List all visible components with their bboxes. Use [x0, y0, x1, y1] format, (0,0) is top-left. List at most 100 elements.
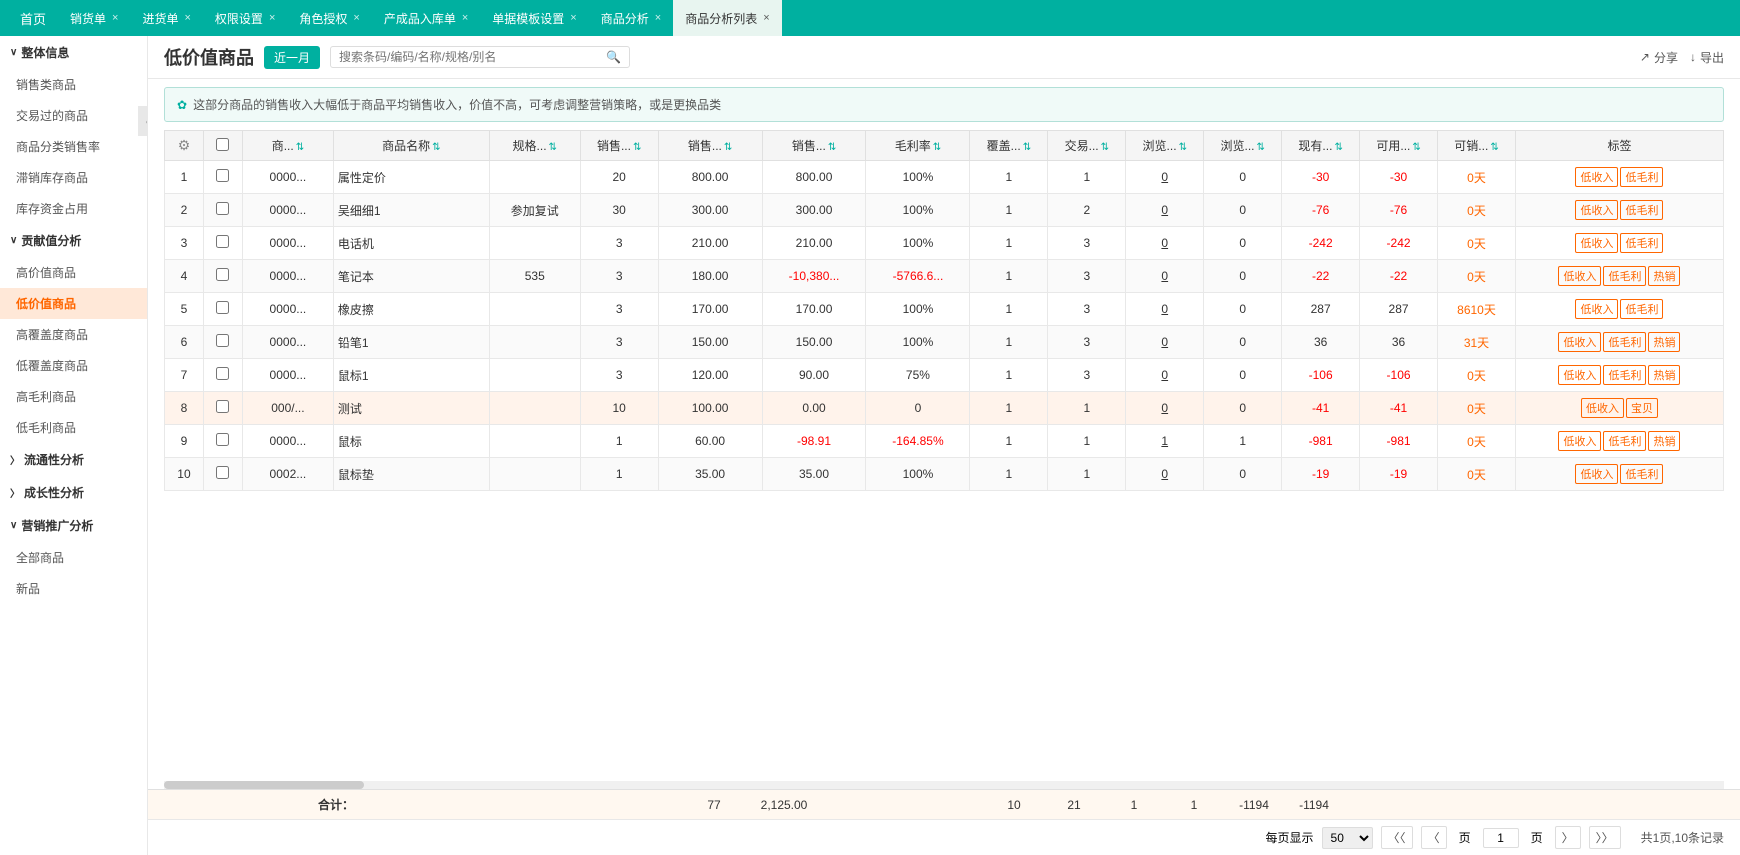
row-checkbox[interactable] [216, 169, 229, 182]
row-checkbox[interactable] [216, 367, 229, 380]
row-checkbox[interactable] [216, 268, 229, 281]
cell-checkbox[interactable] [203, 458, 242, 491]
sidebar-item-high-value[interactable]: 高价值商品 [0, 257, 147, 288]
cell-checkbox[interactable] [203, 359, 242, 392]
cell-checkbox[interactable] [203, 326, 242, 359]
col-margin[interactable]: 毛利率⇅ [866, 131, 970, 161]
gear-icon[interactable]: ⚙ [178, 137, 191, 153]
col-tags[interactable]: 标签 [1515, 131, 1723, 161]
cell-browse1[interactable]: 0 [1126, 260, 1204, 293]
cell-checkbox[interactable] [203, 425, 242, 458]
cell-browse1[interactable]: 0 [1126, 359, 1204, 392]
browse-link[interactable]: 1 [1161, 434, 1168, 448]
search-icon[interactable]: 🔍 [606, 50, 621, 64]
page-number-input[interactable] [1483, 828, 1519, 848]
row-checkbox[interactable] [216, 202, 229, 215]
share-button[interactable]: ↗ 分享 [1640, 49, 1678, 66]
nav-item-template[interactable]: 单据模板设置 × [480, 0, 588, 36]
sidebar-item-new-products[interactable]: 新品 [0, 573, 147, 604]
browse-link[interactable]: 0 [1161, 368, 1168, 382]
row-checkbox[interactable] [216, 400, 229, 413]
col-browse1[interactable]: 浏览...⇅ [1126, 131, 1204, 161]
close-icon[interactable]: × [112, 12, 118, 24]
col-sale2[interactable]: 销售...⇅ [658, 131, 762, 161]
col-spec[interactable]: 规格...⇅ [489, 131, 580, 161]
scrollbar-thumb[interactable] [164, 781, 364, 789]
sidebar-item-low-value[interactable]: 低价值商品 [0, 288, 147, 319]
sidebar-group-contribution[interactable]: ∨ 贡献值分析 [0, 224, 147, 257]
browse-link[interactable]: 0 [1161, 467, 1168, 481]
row-checkbox[interactable] [216, 334, 229, 347]
first-page-button[interactable]: 〈〈 [1381, 826, 1413, 849]
cell-checkbox[interactable] [203, 392, 242, 425]
cell-checkbox[interactable] [203, 227, 242, 260]
sidebar-item-stock-capital[interactable]: 库存资金占用 [0, 193, 147, 224]
row-checkbox[interactable] [216, 466, 229, 479]
col-checkbox[interactable] [203, 131, 242, 161]
browse-link[interactable]: 0 [1161, 170, 1168, 184]
close-icon[interactable]: × [462, 12, 468, 24]
close-icon[interactable]: × [269, 12, 275, 24]
page-size-select[interactable]: 50 100 200 [1322, 827, 1373, 849]
sidebar-item-all-products[interactable]: 全部商品 [0, 542, 147, 573]
nav-item-analysis[interactable]: 商品分析 × [589, 0, 673, 36]
col-trans[interactable]: 交易...⇅ [1048, 131, 1126, 161]
cell-checkbox[interactable] [203, 161, 242, 194]
sidebar-group-overall[interactable]: ∨ 整体信息 [0, 36, 147, 69]
col-code[interactable]: 商...⇅ [242, 131, 333, 161]
browse-link[interactable]: 0 [1161, 335, 1168, 349]
sidebar-item-slow-moving[interactable]: 滞销库存商品 [0, 162, 147, 193]
close-icon[interactable]: × [570, 12, 576, 24]
sidebar-item-high-coverage[interactable]: 高覆盖度商品 [0, 319, 147, 350]
close-icon[interactable]: × [763, 12, 769, 24]
cell-browse1[interactable]: 0 [1126, 326, 1204, 359]
select-all-checkbox[interactable] [216, 138, 229, 151]
close-icon[interactable]: × [184, 12, 190, 24]
nav-item-analysis-list[interactable]: 商品分析列表 × [673, 0, 781, 36]
col-name[interactable]: 商品名称⇅ [333, 131, 489, 161]
cell-browse1[interactable]: 0 [1126, 194, 1204, 227]
last-page-button[interactable]: 〉〉 [1589, 826, 1621, 849]
cell-checkbox[interactable] [203, 194, 242, 227]
col-settings[interactable]: ⚙ [165, 131, 204, 161]
nav-item-roles[interactable]: 角色授权 × [287, 0, 371, 36]
cell-browse1[interactable]: 0 [1126, 458, 1204, 491]
sidebar-item-low-margin[interactable]: 低毛利商品 [0, 412, 147, 443]
col-coverage[interactable]: 覆盖...⇅ [970, 131, 1048, 161]
nav-item-home[interactable]: 首页 [8, 0, 58, 36]
prev-page-button[interactable]: 〈 [1421, 826, 1447, 849]
close-icon[interactable]: × [655, 12, 661, 24]
next-page-button[interactable]: 〉 [1555, 826, 1581, 849]
nav-item-sales[interactable]: 销货单 × [58, 0, 130, 36]
browse-link[interactable]: 0 [1161, 203, 1168, 217]
sidebar-item-high-margin[interactable]: 高毛利商品 [0, 381, 147, 412]
browse-link[interactable]: 0 [1161, 401, 1168, 415]
sidebar-group-flow[interactable]: 〉 流通性分析 [0, 443, 147, 476]
sidebar-collapse-btn[interactable]: 《 [138, 106, 148, 136]
nav-item-permissions[interactable]: 权限设置 × [203, 0, 287, 36]
cell-checkbox[interactable] [203, 293, 242, 326]
cell-browse1[interactable]: 0 [1126, 392, 1204, 425]
cell-browse1[interactable]: 0 [1126, 227, 1204, 260]
cell-browse1[interactable]: 0 [1126, 293, 1204, 326]
cell-checkbox[interactable] [203, 260, 242, 293]
sidebar-item-low-coverage[interactable]: 低覆盖度商品 [0, 350, 147, 381]
col-sale3[interactable]: 销售...⇅ [762, 131, 866, 161]
row-checkbox[interactable] [216, 235, 229, 248]
col-sale1[interactable]: 销售...⇅ [580, 131, 658, 161]
cell-browse1[interactable]: 0 [1126, 161, 1204, 194]
row-checkbox[interactable] [216, 301, 229, 314]
browse-link[interactable]: 0 [1161, 236, 1168, 250]
nav-item-purchase[interactable]: 进货单 × [130, 0, 202, 36]
sidebar-item-category-sales[interactable]: 商品分类销售率 [0, 131, 147, 162]
sidebar-item-sales-products[interactable]: 销售类商品 [0, 69, 147, 100]
sidebar-group-growth[interactable]: 〉 成长性分析 [0, 476, 147, 509]
nav-item-stock[interactable]: 产成品入库单 × [372, 0, 480, 36]
search-input[interactable] [339, 50, 600, 64]
export-button[interactable]: ↓ 导出 [1690, 49, 1724, 66]
scrollbar-area[interactable] [164, 781, 1724, 789]
col-avail[interactable]: 可用...⇅ [1360, 131, 1438, 161]
row-checkbox[interactable] [216, 433, 229, 446]
close-icon[interactable]: × [353, 12, 359, 24]
sidebar-group-marketing[interactable]: ∨ 营销推广分析 [0, 509, 147, 542]
